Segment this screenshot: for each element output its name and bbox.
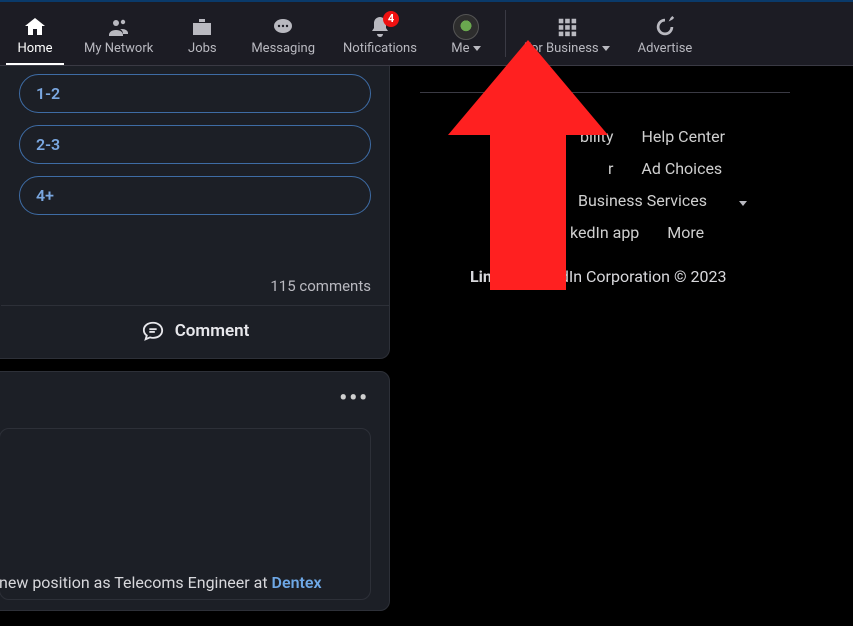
nav-advertise-label: Advertise [638,41,693,56]
bell-icon: 4 [367,15,393,39]
nav-home[interactable]: Home [0,2,70,65]
nav-business[interactable]: For Business [510,2,624,65]
nav-notifications[interactable]: 4 Notifications [329,2,431,65]
nav-advertise[interactable]: Advertise [624,2,707,65]
nav-divider [505,10,506,57]
feed-column: 1-2 2-3 4+ 115 comments Comment ••• new … [0,66,390,626]
more-menu-button[interactable]: ••• [339,386,369,411]
footer-column: bility Help Center r Ad Choices Business… [420,92,790,286]
nav-business-label: For Business [524,41,610,56]
people-icon [106,15,132,39]
footer-link[interactable]: Business Services [578,185,771,217]
poll-option[interactable]: 4+ [19,176,371,215]
comment-label: Comment [175,321,250,341]
notif-badge: 4 [383,11,399,27]
grid-icon [554,15,580,39]
nav-network[interactable]: My Network [70,2,167,65]
footer-links: bility Help Center r Ad Choices Business… [420,121,790,249]
avatar [453,15,479,39]
footer-link[interactable]: Ad Choices [641,153,722,185]
footer-copyright: Lin dIn Corporation © 2023 [420,267,790,286]
footer-link[interactable]: r [608,153,613,185]
target-icon [652,15,678,39]
comment-button[interactable]: Comment [1,306,389,358]
poll-option[interactable]: 2-3 [19,125,371,164]
nav-me[interactable]: Me [431,2,501,65]
company-link[interactable]: Dentex [272,573,322,592]
comments-count[interactable]: 115 comments [1,269,389,305]
post-text: new position as Telecoms Engineer at Den… [0,573,322,592]
poll: 1-2 2-3 4+ [1,66,389,229]
nav-messaging-label: Messaging [251,41,315,56]
footer-divider [420,92,790,93]
post-card: ••• new position as Telecoms Engineer at… [0,371,390,611]
message-icon [270,15,296,39]
briefcase-icon [189,15,215,39]
nav-network-label: My Network [84,41,153,56]
post-card: 1-2 2-3 4+ 115 comments Comment [0,66,390,359]
caret-down-icon [602,46,610,51]
poll-option[interactable]: 1-2 [19,74,371,113]
home-icon [22,15,48,39]
nav-jobs-label: Jobs [188,41,217,56]
nav-jobs[interactable]: Jobs [167,2,237,65]
caret-down-icon [473,46,481,51]
footer-link[interactable]: Help Center [641,121,725,153]
nav-notifications-label: Notifications [343,41,417,56]
footer-link[interactable]: More [667,217,704,249]
top-nav: Home My Network Jobs Messaging 4 Notific… [0,0,853,66]
caret-down-icon [739,201,747,206]
nav-me-label: Me [451,41,480,56]
nav-home-label: Home [18,41,53,56]
footer-link[interactable]: bility [580,121,613,153]
footer-link[interactable]: kedIn app [570,217,639,249]
comment-icon [141,320,165,342]
nav-messaging[interactable]: Messaging [237,2,329,65]
